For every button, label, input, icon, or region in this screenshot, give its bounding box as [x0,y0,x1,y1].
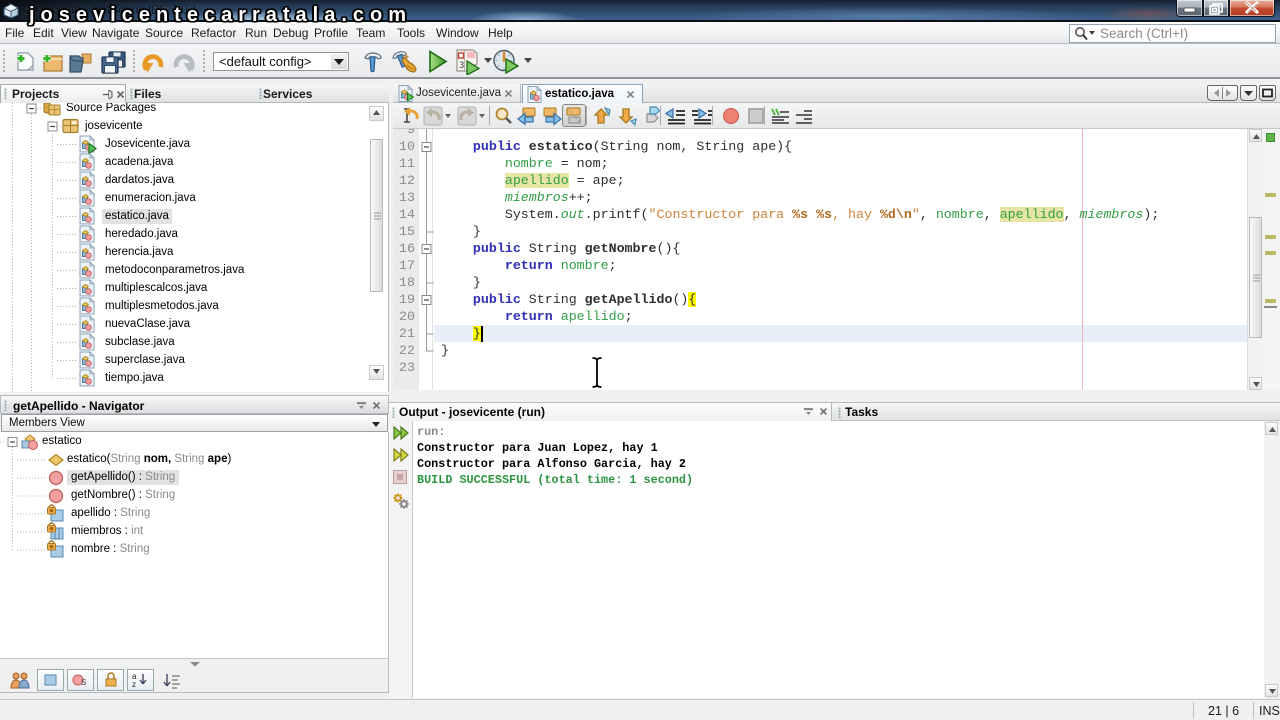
svg-text:z: z [132,680,136,689]
svg-text:3: 3 [459,61,464,71]
svg-text:S: S [81,678,86,687]
